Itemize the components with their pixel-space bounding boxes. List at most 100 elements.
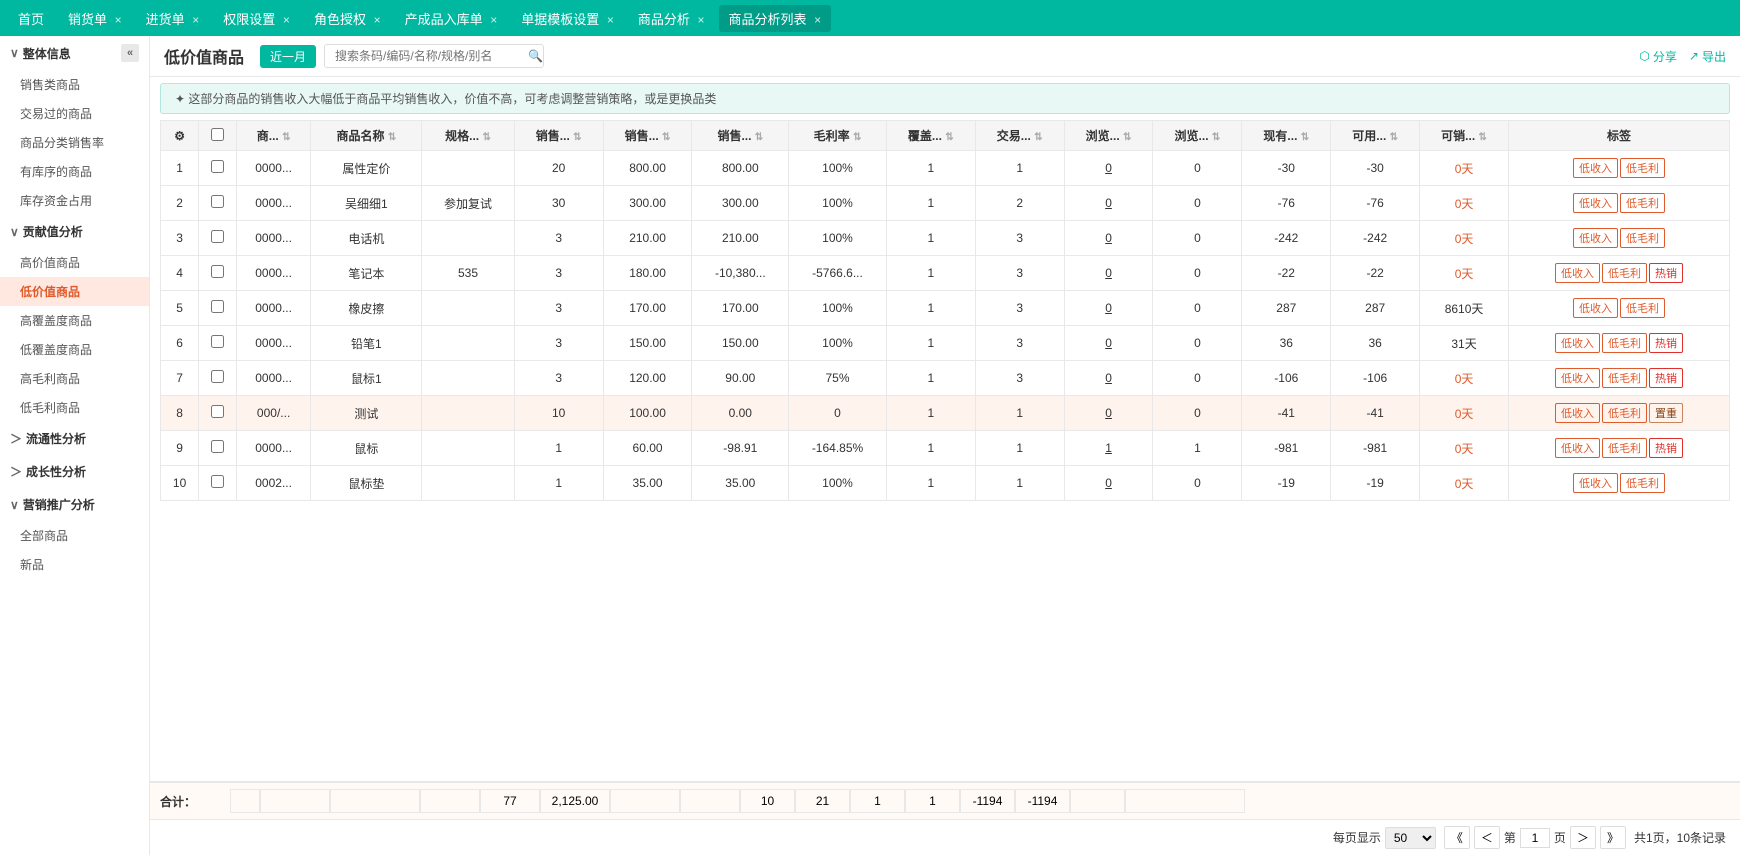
cell-browse1-link[interactable]: 0 — [1105, 371, 1112, 385]
cell-checkbox[interactable] — [199, 151, 237, 186]
cell-checkbox[interactable] — [199, 466, 237, 501]
sidebar-item-all-goods[interactable]: 全部商品 — [0, 521, 149, 550]
cell-sales-avg: 90.00 — [692, 361, 789, 396]
sidebar-item-sales-goods[interactable]: 销售类商品 — [0, 70, 149, 99]
col-browse1[interactable]: 浏览... ⇅ — [1064, 121, 1153, 151]
cell-checkbox[interactable] — [199, 431, 237, 466]
time-filter-btn[interactable]: 近一月 — [260, 45, 316, 68]
search-icon[interactable]: 🔍 — [528, 49, 543, 63]
sidebar-item-high-coverage[interactable]: 高覆盖度商品 — [0, 306, 149, 335]
cell-checkbox[interactable] — [199, 186, 237, 221]
col-name[interactable]: 商品名称 ⇅ — [311, 121, 422, 151]
cell-browse1-link[interactable]: 0 — [1105, 266, 1112, 280]
last-page-btn[interactable]: 》 — [1600, 826, 1626, 849]
prev-page-btn[interactable]: ＜ — [1474, 826, 1500, 849]
sidebar-item-new-goods[interactable]: 新品 — [0, 550, 149, 579]
cell-browse1-link[interactable]: 0 — [1105, 336, 1112, 350]
sidebar-item-capital-usage[interactable]: 库存资金占用 — [0, 186, 149, 215]
cell-tags: 低收入低毛利 — [1508, 466, 1729, 501]
cell-num: 1 — [161, 151, 199, 186]
nav-home[interactable]: 首页 — [8, 5, 54, 32]
sidebar-item-inventory-goods[interactable]: 有库序的商品 — [0, 157, 149, 186]
cell-trade: 3 — [975, 361, 1064, 396]
sidebar-group-flow[interactable]: ＞流通性分析 — [0, 422, 149, 455]
per-page-select[interactable]: 50 100 — [1385, 827, 1436, 849]
row-checkbox[interactable] — [211, 230, 224, 243]
cell-trade: 2 — [975, 186, 1064, 221]
col-coverage[interactable]: 覆盖... ⇅ — [886, 121, 975, 151]
col-sales-avg[interactable]: 销售... ⇅ — [692, 121, 789, 151]
select-all-checkbox[interactable] — [211, 128, 224, 141]
col-spec[interactable]: 规格... ⇅ — [422, 121, 514, 151]
footer-cell-empty3 — [330, 789, 420, 813]
sidebar-item-high-margin[interactable]: 高毛利商品 — [0, 364, 149, 393]
nav-template[interactable]: 单据模板设置 × — [511, 5, 624, 32]
sidebar-item-category-rate[interactable]: 商品分类销售率 — [0, 128, 149, 157]
cell-checkbox[interactable] — [199, 221, 237, 256]
cell-browse1-link[interactable]: 0 — [1105, 161, 1112, 175]
nav-role[interactable]: 角色授权 × — [304, 5, 391, 32]
sidebar-group-general[interactable]: ∨整体信息 « — [0, 36, 149, 70]
sidebar-group-growth[interactable]: ＞成长性分析 — [0, 455, 149, 488]
share-btn[interactable]: ⬡ 分享 — [1639, 48, 1677, 65]
row-checkbox[interactable] — [211, 475, 224, 488]
col-sales-amt[interactable]: 销售... ⇅ — [603, 121, 692, 151]
cell-checkbox[interactable] — [199, 326, 237, 361]
nav-stock-in[interactable]: 产成品入库单 × — [395, 5, 508, 32]
row-checkbox[interactable] — [211, 405, 224, 418]
cell-browse1-link[interactable]: 0 — [1105, 301, 1112, 315]
cell-checkbox[interactable] — [199, 256, 237, 291]
nav-sales[interactable]: 销货单 × — [58, 5, 132, 32]
col-checkbox[interactable] — [199, 121, 237, 151]
cell-browse1-link[interactable]: 0 — [1105, 476, 1112, 490]
page-number-input[interactable] — [1520, 828, 1550, 848]
nav-permission[interactable]: 权限设置 × — [213, 5, 300, 32]
sidebar-item-low-coverage[interactable]: 低覆盖度商品 — [0, 335, 149, 364]
cell-stock: -106 — [1242, 361, 1331, 396]
col-stock[interactable]: 现有... ⇅ — [1242, 121, 1331, 151]
cell-browse1-link[interactable]: 0 — [1105, 231, 1112, 245]
first-page-btn[interactable]: 《 — [1444, 826, 1470, 849]
cell-browse1-link[interactable]: 0 — [1105, 196, 1112, 210]
sidebar-item-low-value[interactable]: 低价值商品 — [0, 277, 149, 306]
col-settings[interactable]: ⚙ — [161, 121, 199, 151]
export-btn[interactable]: ↗ 导出 — [1689, 48, 1726, 65]
row-checkbox[interactable] — [211, 370, 224, 383]
row-checkbox[interactable] — [211, 160, 224, 173]
row-checkbox[interactable] — [211, 195, 224, 208]
collapse-btn-general[interactable]: « — [121, 44, 139, 62]
sidebar-group-marketing[interactable]: ∨营销推广分析 — [0, 488, 149, 521]
nav-analysis-list[interactable]: 商品分析列表 × — [719, 5, 832, 32]
col-browse2[interactable]: 浏览... ⇅ — [1153, 121, 1242, 151]
col-tags[interactable]: 标签 — [1508, 121, 1729, 151]
col-code[interactable]: 商... ⇅ — [236, 121, 311, 151]
col-trade[interactable]: 交易... ⇅ — [975, 121, 1064, 151]
nav-purchase[interactable]: 进货单 × — [136, 5, 210, 32]
cell-checkbox[interactable] — [199, 291, 237, 326]
cell-avail: -981 — [1331, 431, 1420, 466]
cell-checkbox[interactable] — [199, 396, 237, 431]
row-checkbox[interactable] — [211, 265, 224, 278]
sidebar-item-high-value[interactable]: 高价值商品 — [0, 248, 149, 277]
col-avail[interactable]: 可用... ⇅ — [1331, 121, 1420, 151]
cell-trade: 1 — [975, 431, 1064, 466]
cell-sales-amt: 170.00 — [603, 291, 692, 326]
col-gross-rate[interactable]: 毛利率 ⇅ — [789, 121, 887, 151]
sidebar-item-traded-goods[interactable]: 交易过的商品 — [0, 99, 149, 128]
cell-browse1: 0 — [1064, 361, 1153, 396]
cell-browse1: 0 — [1064, 326, 1153, 361]
row-checkbox[interactable] — [211, 300, 224, 313]
sidebar-item-low-margin[interactable]: 低毛利商品 — [0, 393, 149, 422]
col-sellable[interactable]: 可销... ⇅ — [1420, 121, 1509, 151]
footer-total-rate — [680, 789, 740, 813]
next-page-btn[interactable]: ＞ — [1570, 826, 1596, 849]
row-checkbox[interactable] — [211, 335, 224, 348]
cell-checkbox[interactable] — [199, 361, 237, 396]
col-sales-qty[interactable]: 销售... ⇅ — [514, 121, 603, 151]
row-checkbox[interactable] — [211, 440, 224, 453]
search-input[interactable] — [324, 44, 544, 68]
cell-browse1-link[interactable]: 0 — [1105, 406, 1112, 420]
nav-analysis[interactable]: 商品分析 × — [628, 5, 715, 32]
sidebar-group-contribution[interactable]: ∨贡献值分析 — [0, 215, 149, 248]
cell-browse1-link[interactable]: 1 — [1105, 441, 1112, 455]
